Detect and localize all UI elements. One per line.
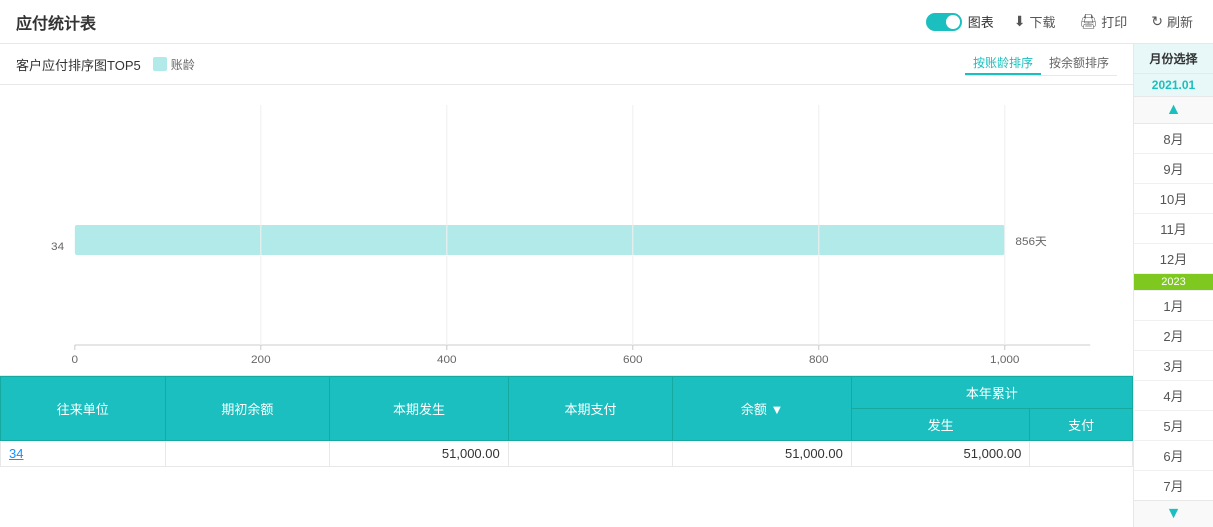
td-yue: 51,000.00	[673, 441, 852, 467]
year-marker-2023: 2023	[1134, 274, 1213, 291]
month-item-1[interactable]: 1月	[1134, 291, 1213, 321]
td-fasheng: 51,000.00	[330, 441, 509, 467]
refresh-button[interactable]: ↻ 刷新	[1147, 10, 1197, 33]
legend-color-box	[153, 57, 167, 71]
th-qichu: 期初余额	[165, 377, 330, 441]
sort-by-balance-button[interactable]: 按余额排序	[1041, 52, 1117, 75]
sort-by-age-button[interactable]: 按账龄排序	[965, 52, 1041, 75]
month-panel-header: 月份选择	[1134, 44, 1213, 74]
month-selected-value[interactable]: 2021.01	[1134, 74, 1213, 97]
table-row: 34 51,000.00 51,000.00 51,000.00	[1, 441, 1133, 467]
month-item-5[interactable]: 5月	[1134, 411, 1213, 441]
month-panel: 月份选择 2021.01 ▲ 8月 9月 10月 11月 12月 2023 1月…	[1133, 44, 1213, 527]
table-section: 往来单位 期初余额 本期发生 本期支付 余额 ▼ 本年累计 发生 支付	[0, 375, 1133, 467]
month-item-6[interactable]: 6月	[1134, 441, 1213, 471]
td-qichu	[165, 441, 330, 467]
chart-toolbar: 客户应付排序图TOP5 账龄 按账龄排序 按余额排序	[0, 44, 1133, 85]
print-label: 打印	[1101, 12, 1127, 31]
th-fasheng: 本期发生	[330, 377, 509, 441]
svg-text:200: 200	[251, 354, 271, 366]
month-item-8[interactable]: 8月	[1134, 124, 1213, 154]
chart-legend-title: 客户应付排序图TOP5	[16, 55, 141, 74]
header-actions: 图表 ⬇ 下载 🖨 打印 ↻ 刷新	[926, 10, 1197, 33]
month-item-7[interactable]: 7月	[1134, 471, 1213, 500]
table-header-row: 往来单位 期初余额 本期发生 本期支付 余额 ▼ 本年累计	[1, 377, 1133, 409]
month-scroll-list: 8月 9月 10月 11月 12月 2023 1月 2月 3月 4月 5月 6月…	[1134, 124, 1213, 500]
chart-toggle-container[interactable]: 图表	[926, 12, 994, 31]
header: 应付统计表 图表 ⬇ 下载 🖨 打印 ↻ 刷新	[0, 0, 1213, 44]
th-yue: 余额 ▼	[673, 377, 852, 441]
chart-toggle-label: 图表	[968, 12, 994, 31]
download-button[interactable]: ⬇ 下载	[1010, 10, 1060, 33]
print-button[interactable]: 🖨 打印	[1075, 10, 1131, 33]
month-item-9[interactable]: 9月	[1134, 154, 1213, 184]
chart-toggle-switch[interactable]	[926, 13, 962, 31]
svg-text:34: 34	[51, 241, 64, 253]
legend-label: 账龄	[171, 56, 195, 73]
refresh-label: 刷新	[1167, 12, 1193, 31]
th-zhifu: 本期支付	[508, 377, 673, 441]
svg-text:1,000: 1,000	[990, 354, 1019, 366]
th-leiji-zhifu: 支付	[1030, 409, 1133, 441]
app-container: 应付统计表 图表 ⬇ 下载 🖨 打印 ↻ 刷新	[0, 0, 1213, 527]
data-table: 往来单位 期初余额 本期发生 本期支付 余额 ▼ 本年累计 发生 支付	[0, 376, 1133, 467]
td-unit[interactable]: 34	[1, 441, 166, 467]
scroll-up-button[interactable]: ▲	[1134, 97, 1213, 124]
svg-text:600: 600	[623, 354, 643, 366]
download-icon: ⬇	[1014, 13, 1026, 30]
svg-text:856天: 856天	[1015, 236, 1046, 248]
scroll-down-button[interactable]: ▼	[1134, 500, 1213, 527]
th-leiji-fasheng: 发生	[851, 409, 1030, 441]
th-unit: 往来单位	[1, 377, 166, 441]
download-label: 下载	[1029, 12, 1055, 31]
td-leiji-fasheng: 51,000.00	[851, 441, 1030, 467]
month-item-11[interactable]: 11月	[1134, 214, 1213, 244]
sort-buttons: 按账龄排序 按余额排序	[965, 52, 1117, 76]
print-icon: 🖨	[1079, 13, 1097, 30]
th-leiji: 本年累计	[851, 377, 1132, 409]
svg-text:800: 800	[809, 354, 829, 366]
svg-text:0: 0	[72, 354, 79, 366]
month-item-4[interactable]: 4月	[1134, 381, 1213, 411]
td-leiji-zhifu	[1030, 441, 1133, 467]
refresh-icon: ↻	[1151, 13, 1163, 30]
month-item-3[interactable]: 3月	[1134, 351, 1213, 381]
month-item-12[interactable]: 12月	[1134, 244, 1213, 274]
chart-section: 客户应付排序图TOP5 账龄 按账龄排序 按余额排序 34	[0, 44, 1133, 527]
chart-wrapper: 34 856天 0 200	[0, 85, 1133, 375]
chart-svg: 34 856天 0 200	[0, 85, 1133, 375]
svg-text:400: 400	[437, 354, 457, 366]
page-title: 应付统计表	[16, 10, 926, 34]
month-item-10[interactable]: 10月	[1134, 184, 1213, 214]
month-item-2[interactable]: 2月	[1134, 321, 1213, 351]
legend-item: 账龄	[153, 56, 195, 73]
td-zhifu	[508, 441, 673, 467]
toggle-knob	[946, 15, 960, 29]
main-area: 客户应付排序图TOP5 账龄 按账龄排序 按余额排序 34	[0, 44, 1213, 527]
